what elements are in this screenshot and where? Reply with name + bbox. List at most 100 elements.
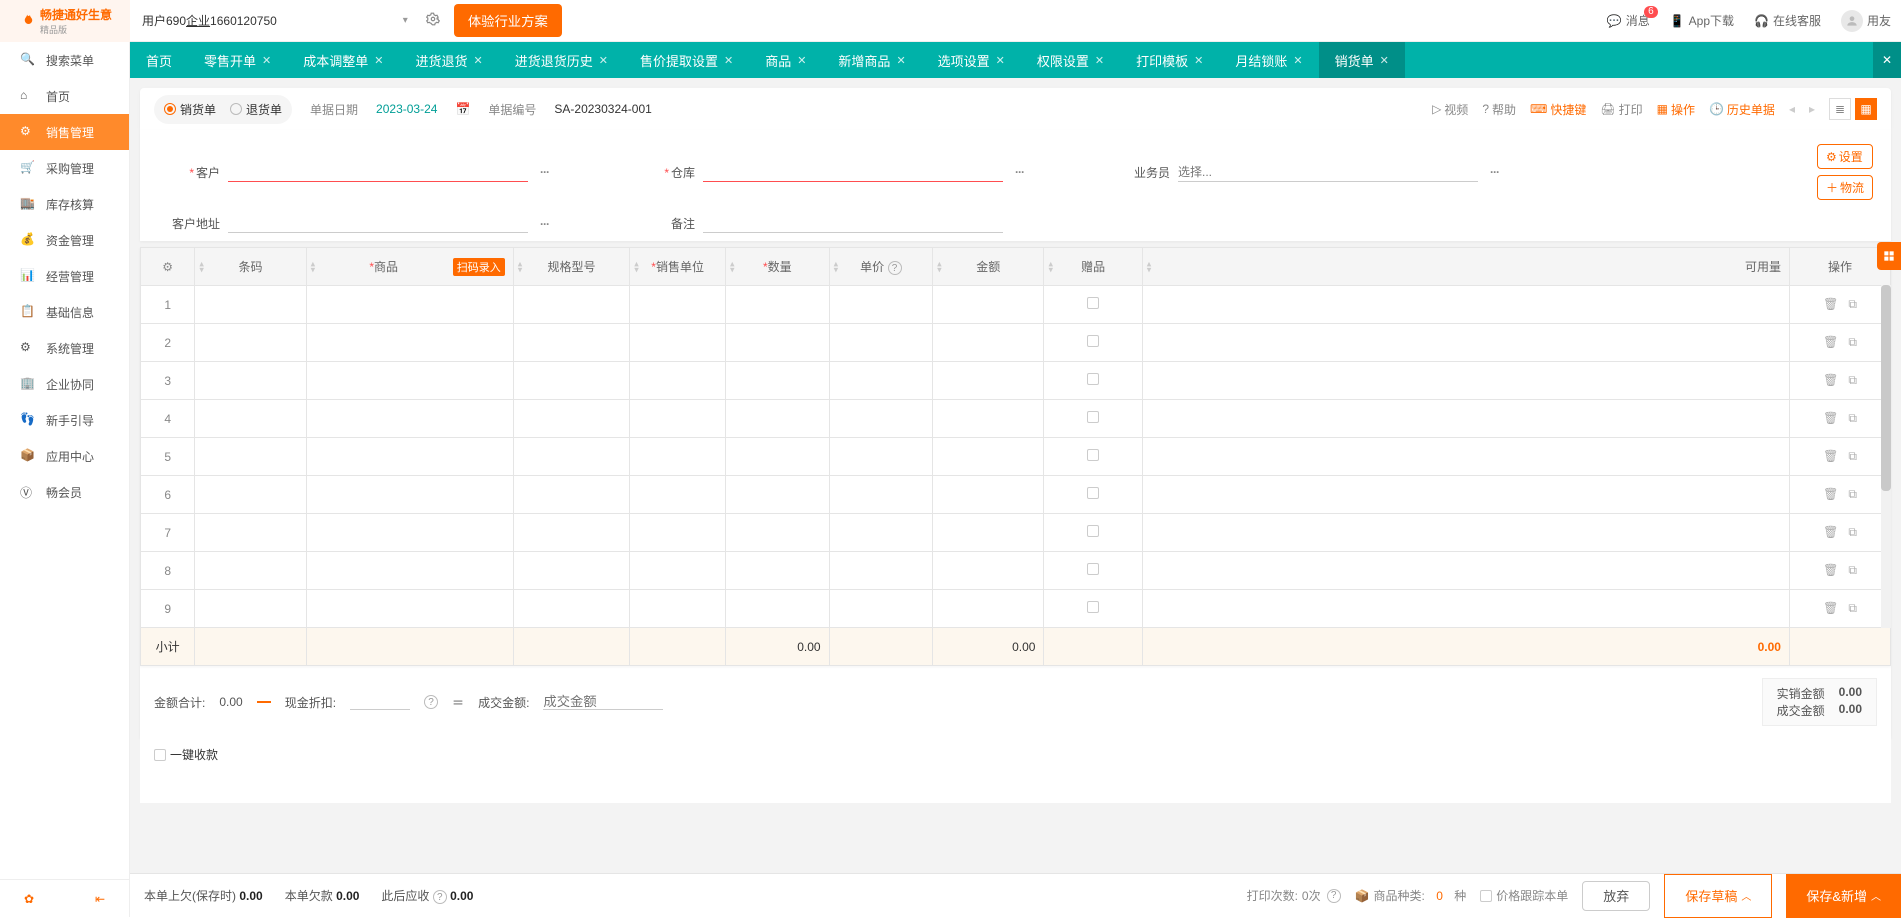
copy-row-icon[interactable]: ⧉	[1848, 449, 1857, 464]
tab-7[interactable]: 新增商品✕	[822, 42, 921, 78]
close-icon[interactable]: ✕	[1194, 54, 1203, 67]
save-new-button[interactable]: 保存&新增︿	[1786, 874, 1901, 918]
prev-record-icon[interactable]: ◂	[1789, 102, 1795, 116]
price-track-checkbox[interactable]: 价格跟踪本单	[1480, 887, 1568, 904]
tab-1[interactable]: 零售开单✕	[188, 42, 287, 78]
calendar-icon[interactable]: 📅	[455, 102, 470, 116]
close-icon[interactable]: ✕	[474, 54, 483, 67]
user-menu[interactable]: 用友	[1841, 10, 1891, 32]
table-row[interactable]: 4🗑⧉	[141, 400, 1891, 438]
nav-item-4[interactable]: 🏬库存核算	[0, 186, 129, 222]
gift-checkbox[interactable]	[1087, 411, 1099, 423]
table-row[interactable]: 2🗑⧉	[141, 324, 1891, 362]
delete-row-icon[interactable]: 🗑	[1823, 373, 1838, 388]
close-icon[interactable]: ✕	[1293, 54, 1302, 67]
side-drawer-toggle[interactable]	[1877, 242, 1901, 270]
next-record-icon[interactable]: ▸	[1809, 102, 1815, 116]
close-icon[interactable]: ✕	[1095, 54, 1104, 67]
table-row[interactable]: 7🗑⧉	[141, 514, 1891, 552]
close-icon[interactable]: ✕	[797, 54, 806, 67]
app-download-link[interactable]: 📱 App下载	[1670, 12, 1734, 29]
deal-input[interactable]	[543, 694, 663, 710]
tab-2[interactable]: 成本调整单✕	[287, 42, 399, 78]
collapse-icon[interactable]: ⇤	[95, 892, 105, 906]
history-link[interactable]: 🕒 历史单据	[1709, 101, 1775, 118]
col-avail[interactable]: ▴▾可用量	[1142, 248, 1789, 286]
delete-row-icon[interactable]: 🗑	[1823, 411, 1838, 426]
nav-item-3[interactable]: 🛒采购管理	[0, 150, 129, 186]
col-barcode[interactable]: ▴▾条码	[195, 248, 306, 286]
delete-row-icon[interactable]: 🗑	[1823, 563, 1838, 578]
ops-link[interactable]: ▦ 操作	[1657, 101, 1695, 118]
discard-button[interactable]: 放弃	[1582, 881, 1650, 911]
table-row[interactable]: 8🗑⧉	[141, 552, 1891, 590]
video-link[interactable]: ▷ 视频	[1432, 101, 1468, 118]
customer-input[interactable]	[228, 163, 528, 182]
close-icon[interactable]: ✕	[374, 54, 383, 67]
delete-row-icon[interactable]: 🗑	[1823, 297, 1838, 312]
table-row[interactable]: 3🗑⧉	[141, 362, 1891, 400]
table-row[interactable]: 5🗑⧉	[141, 438, 1891, 476]
tab-9[interactable]: 权限设置✕	[1021, 42, 1120, 78]
col-spec[interactable]: ▴▾规格型号	[513, 248, 629, 286]
table-scrollbar[interactable]	[1881, 285, 1891, 628]
copy-row-icon[interactable]: ⧉	[1848, 373, 1857, 388]
tab-8[interactable]: 选项设置✕	[922, 42, 1021, 78]
tenant-selector[interactable]: 用户690企业1660120750 ▾	[142, 12, 440, 30]
address-lookup-icon[interactable]: ···	[536, 217, 553, 231]
tab-3[interactable]: 进货退货✕	[399, 42, 498, 78]
copy-row-icon[interactable]: ⧉	[1848, 335, 1857, 350]
save-draft-button[interactable]: 保存草稿︿	[1664, 874, 1772, 918]
tab-5[interactable]: 售价提取设置✕	[624, 42, 749, 78]
close-icon[interactable]: ✕	[996, 54, 1005, 67]
gear-icon[interactable]	[426, 12, 440, 29]
nav-item-9[interactable]: 🏢企业协同	[0, 366, 129, 402]
date-value[interactable]: 2023-03-24	[376, 102, 437, 116]
gift-checkbox[interactable]	[1087, 297, 1099, 309]
tab-0[interactable]: 首页	[130, 42, 188, 78]
copy-row-icon[interactable]: ⧉	[1848, 525, 1857, 540]
nav-item-8[interactable]: ⚙系统管理	[0, 330, 129, 366]
tab-6[interactable]: 商品✕	[749, 42, 822, 78]
gift-checkbox[interactable]	[1087, 601, 1099, 613]
close-icon[interactable]: ✕	[896, 54, 905, 67]
col-price[interactable]: ▴▾单价 ?	[829, 248, 933, 286]
onekey-checkbox[interactable]: 一键收款	[154, 746, 1877, 763]
delete-row-icon[interactable]: 🗑	[1823, 525, 1838, 540]
col-unit[interactable]: ▴▾*销售单位	[630, 248, 726, 286]
cash-discount-input[interactable]	[350, 694, 410, 710]
view-card-icon[interactable]: ▦	[1855, 98, 1877, 120]
copy-row-icon[interactable]: ⧉	[1848, 487, 1857, 502]
copy-row-icon[interactable]: ⧉	[1848, 601, 1857, 616]
nav-item-6[interactable]: 📊经营管理	[0, 258, 129, 294]
help-icon[interactable]: ?	[424, 695, 438, 709]
gift-checkbox[interactable]	[1087, 373, 1099, 385]
settings-icon[interactable]: ✿	[24, 892, 34, 906]
table-row[interactable]: 6🗑⧉	[141, 476, 1891, 514]
close-icon[interactable]: ✕	[262, 54, 271, 67]
copy-row-icon[interactable]: ⧉	[1848, 563, 1857, 578]
table-row[interactable]: 1🗑⧉	[141, 286, 1891, 324]
close-icon[interactable]: ✕	[1380, 54, 1389, 67]
nav-item-5[interactable]: 💰资金管理	[0, 222, 129, 258]
print-link[interactable]: 🖨 打印	[1600, 101, 1642, 118]
delete-row-icon[interactable]: 🗑	[1823, 335, 1838, 350]
help-icon[interactable]: ?	[888, 261, 902, 275]
close-icon[interactable]: ✕	[599, 54, 608, 67]
nav-item-7[interactable]: 📋基础信息	[0, 294, 129, 330]
col-gift[interactable]: ▴▾赠品	[1044, 248, 1142, 286]
radio-sale[interactable]: 销货单	[164, 101, 216, 118]
help-icon[interactable]: ?	[1327, 889, 1341, 903]
salesperson-input[interactable]	[1178, 163, 1478, 182]
scan-tag[interactable]: 扫码录入	[453, 258, 505, 276]
settings-button[interactable]: ⚙ 设置	[1817, 144, 1873, 169]
nav-item-1[interactable]: ⌂首页	[0, 78, 129, 114]
copy-row-icon[interactable]: ⧉	[1848, 297, 1857, 312]
delete-row-icon[interactable]: 🗑	[1823, 449, 1838, 464]
logistics-button[interactable]: ＋ 物流	[1817, 175, 1873, 200]
view-list-icon[interactable]: ≣	[1829, 98, 1851, 120]
gift-checkbox[interactable]	[1087, 525, 1099, 537]
salesperson-lookup-icon[interactable]: ···	[1486, 165, 1503, 179]
warehouse-input[interactable]	[703, 163, 1003, 182]
close-all-tabs-icon[interactable]: ✕	[1873, 42, 1901, 78]
